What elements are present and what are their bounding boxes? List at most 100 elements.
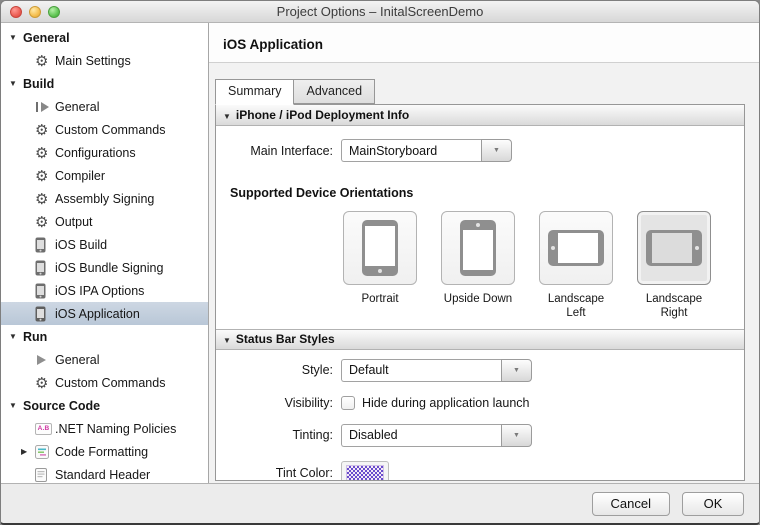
main-body: Summary Advanced iPhone / iPod Deploymen…: [209, 63, 759, 483]
dotnet-naming-icon: A.B: [35, 422, 55, 435]
ok-button[interactable]: OK: [682, 491, 744, 516]
titlebar: Project Options – InitalScreenDemo: [1, 1, 759, 23]
section-header-deployment[interactable]: iPhone / iPod Deployment Info: [216, 105, 744, 126]
tinting-row: Tinting:: [216, 423, 744, 447]
sidebar-category-run[interactable]: Run: [1, 325, 208, 348]
tinting-input[interactable]: [341, 423, 501, 447]
sidebar-item-build-general[interactable]: General: [1, 95, 208, 118]
sidebar-item-configurations[interactable]: ⚙ Configurations: [1, 141, 208, 164]
main-panel: iOS Application Summary Advanced iPhone …: [209, 23, 759, 483]
sidebar-item-code-formatting[interactable]: Code Formatting: [1, 440, 208, 463]
section-header-status-bar[interactable]: Status Bar Styles: [216, 328, 744, 350]
phone-landscape-right-icon: [646, 230, 702, 266]
orientation-landscape-left: Landscape Left: [539, 211, 613, 321]
tab-bar: Summary Advanced: [215, 79, 745, 105]
minimize-button[interactable]: [29, 6, 41, 18]
window-title: Project Options – InitalScreenDemo: [276, 4, 484, 19]
sidebar-item-assembly-signing[interactable]: ⚙ Assembly Signing: [1, 187, 208, 210]
iphone-icon: [35, 260, 55, 276]
zoom-button[interactable]: [48, 6, 60, 18]
orientation-label: Upside Down: [443, 293, 513, 305]
upside-down-button[interactable]: [441, 211, 515, 285]
iphone-icon: [35, 237, 55, 253]
sidebar-category-label: Build: [23, 76, 55, 91]
visibility-label: Visibility:: [284, 395, 333, 410]
code-formatting-doc-icon: [35, 444, 55, 459]
sidebar-item-ios-application[interactable]: iOS Application: [1, 302, 208, 325]
tinting-combobox: [341, 423, 532, 447]
tint-color-swatch[interactable]: [341, 460, 389, 480]
sidebar-item-custom-commands[interactable]: ⚙ Custom Commands: [1, 118, 208, 141]
landscape-left-button[interactable]: [539, 211, 613, 285]
chevron-down-icon: [223, 108, 231, 122]
close-button[interactable]: [10, 6, 22, 18]
page-title-strip: iOS Application: [209, 23, 759, 63]
sidebar-item-run-general[interactable]: General: [1, 348, 208, 371]
sidebar-category-build[interactable]: Build: [1, 72, 208, 95]
gear-icon: ⚙: [35, 189, 49, 208]
dropdown-arrow-icon[interactable]: [501, 358, 532, 382]
page-title: iOS Application: [223, 37, 324, 52]
iphone-icon: [35, 306, 55, 322]
play-icon: [35, 354, 55, 365]
tinting-label: Tinting:: [292, 428, 333, 443]
style-row: Style:: [216, 358, 744, 382]
dropdown-arrow-icon[interactable]: [481, 139, 512, 162]
sidebar-item-label: Output: [55, 214, 93, 229]
sidebar-category-source-code[interactable]: Source Code: [1, 394, 208, 417]
orientation-label: Landscape Left: [547, 293, 605, 320]
sidebar-category-general[interactable]: General: [1, 26, 208, 49]
chevron-right-icon[interactable]: [21, 447, 35, 456]
sidebar-category-label: Run: [23, 329, 48, 344]
sidebar-category-label: General: [23, 30, 70, 45]
sidebar-item-ios-build[interactable]: iOS Build: [1, 233, 208, 256]
tint-color-label: Tint Color:: [275, 465, 333, 480]
orientation-buttons: Portrait Upside Down Landscape Left Land…: [343, 211, 744, 321]
orientation-label: Portrait: [361, 293, 399, 305]
window-controls: [10, 6, 60, 18]
sidebar-item-dotnet-naming-policies[interactable]: A.B .NET Naming Policies: [1, 417, 208, 440]
sidebar-item-ios-ipa-options[interactable]: iOS IPA Options: [1, 279, 208, 302]
hide-during-launch-label: Hide during application launch: [362, 395, 530, 410]
phone-portrait-icon: [362, 220, 398, 276]
summary-tab-content: iPhone / iPod Deployment Info Main Inter…: [215, 104, 745, 481]
sidebar-item-ios-bundle-signing[interactable]: iOS Bundle Signing: [1, 256, 208, 279]
sidebar-item-label: General: [55, 352, 100, 367]
hide-during-launch-checkbox[interactable]: [341, 395, 355, 410]
main-interface-label: Main Interface:: [250, 143, 333, 158]
sidebar-item-output[interactable]: ⚙ Output: [1, 210, 208, 233]
chevron-down-icon: [9, 79, 23, 88]
main-interface-input[interactable]: [341, 139, 481, 162]
options-sidebar: General ⚙ Main Settings Build General ⚙ …: [1, 23, 209, 483]
orientation-upside-down: Upside Down: [441, 211, 515, 321]
phone-landscape-left-icon: [548, 230, 604, 266]
landscape-right-button[interactable]: [637, 211, 711, 285]
orientation-portrait: Portrait: [343, 211, 417, 321]
portrait-button[interactable]: [343, 211, 417, 285]
section-title: Status Bar Styles: [235, 332, 335, 347]
tint-color-pattern: [346, 464, 384, 480]
dropdown-arrow-icon[interactable]: [501, 423, 532, 447]
build-icon: [35, 101, 55, 113]
orientation-label: Landscape Right: [645, 293, 703, 320]
sidebar-item-label: iOS Bundle Signing: [55, 260, 164, 275]
style-input[interactable]: [341, 358, 501, 382]
sidebar-category-label: Source Code: [23, 398, 101, 413]
sidebar-item-label: Compiler: [55, 168, 106, 183]
visibility-row: Visibility: Hide during application laun…: [216, 395, 744, 410]
gear-icon: ⚙: [35, 51, 49, 70]
cancel-button[interactable]: Cancel: [591, 491, 670, 516]
tab-advanced[interactable]: Advanced: [293, 79, 376, 104]
sidebar-item-label: General: [55, 99, 100, 114]
sidebar-item-standard-header[interactable]: Standard Header: [1, 463, 208, 483]
phone-upside-down-icon: [460, 220, 496, 276]
chevron-down-icon: [223, 332, 231, 346]
sidebar-item-run-custom-commands[interactable]: ⚙ Custom Commands: [1, 371, 208, 394]
sidebar-item-compiler[interactable]: ⚙ Compiler: [1, 164, 208, 187]
sidebar-item-main-settings[interactable]: ⚙ Main Settings: [1, 49, 208, 72]
style-label: Style:: [301, 363, 333, 378]
gear-icon: ⚙: [35, 143, 49, 162]
sidebar-item-label: iOS Application: [55, 306, 140, 321]
tab-summary[interactable]: Summary: [215, 79, 295, 105]
iphone-icon: [35, 283, 55, 299]
